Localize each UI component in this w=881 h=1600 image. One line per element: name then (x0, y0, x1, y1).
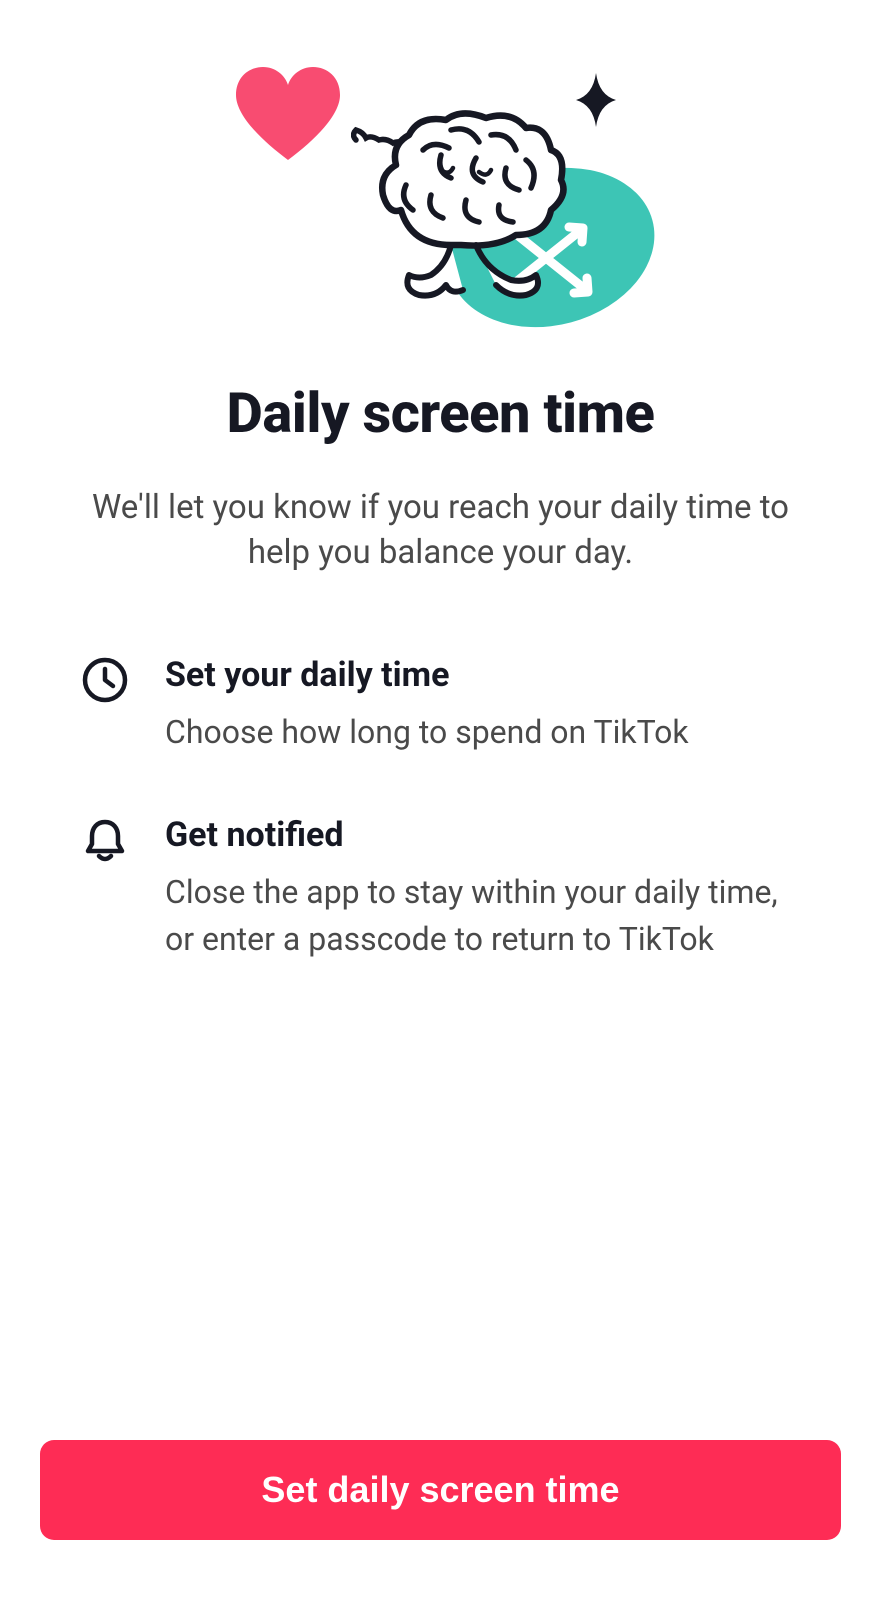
clock-icon (80, 655, 130, 705)
feature-list: Set your daily time Choose how long to s… (80, 655, 801, 962)
feature-title: Get notified (165, 815, 801, 855)
feature-item-set-time: Set your daily time Choose how long to s… (80, 655, 801, 755)
feature-description: Close the app to stay within your daily … (165, 869, 801, 962)
hero-illustration (0, 60, 881, 330)
feature-description: Choose how long to spend on TikTok (165, 709, 801, 755)
page-title: Daily screen time (80, 380, 801, 446)
set-screen-time-button[interactable]: Set daily screen time (40, 1440, 841, 1540)
heart-icon (231, 65, 346, 165)
feature-title: Set your daily time (165, 655, 801, 695)
brain-character-icon (351, 100, 591, 340)
feature-item-notified: Get notified Close the app to stay withi… (80, 815, 801, 962)
page-subtitle: We'll let you know if you reach your dai… (80, 486, 801, 575)
bell-icon (80, 815, 130, 865)
